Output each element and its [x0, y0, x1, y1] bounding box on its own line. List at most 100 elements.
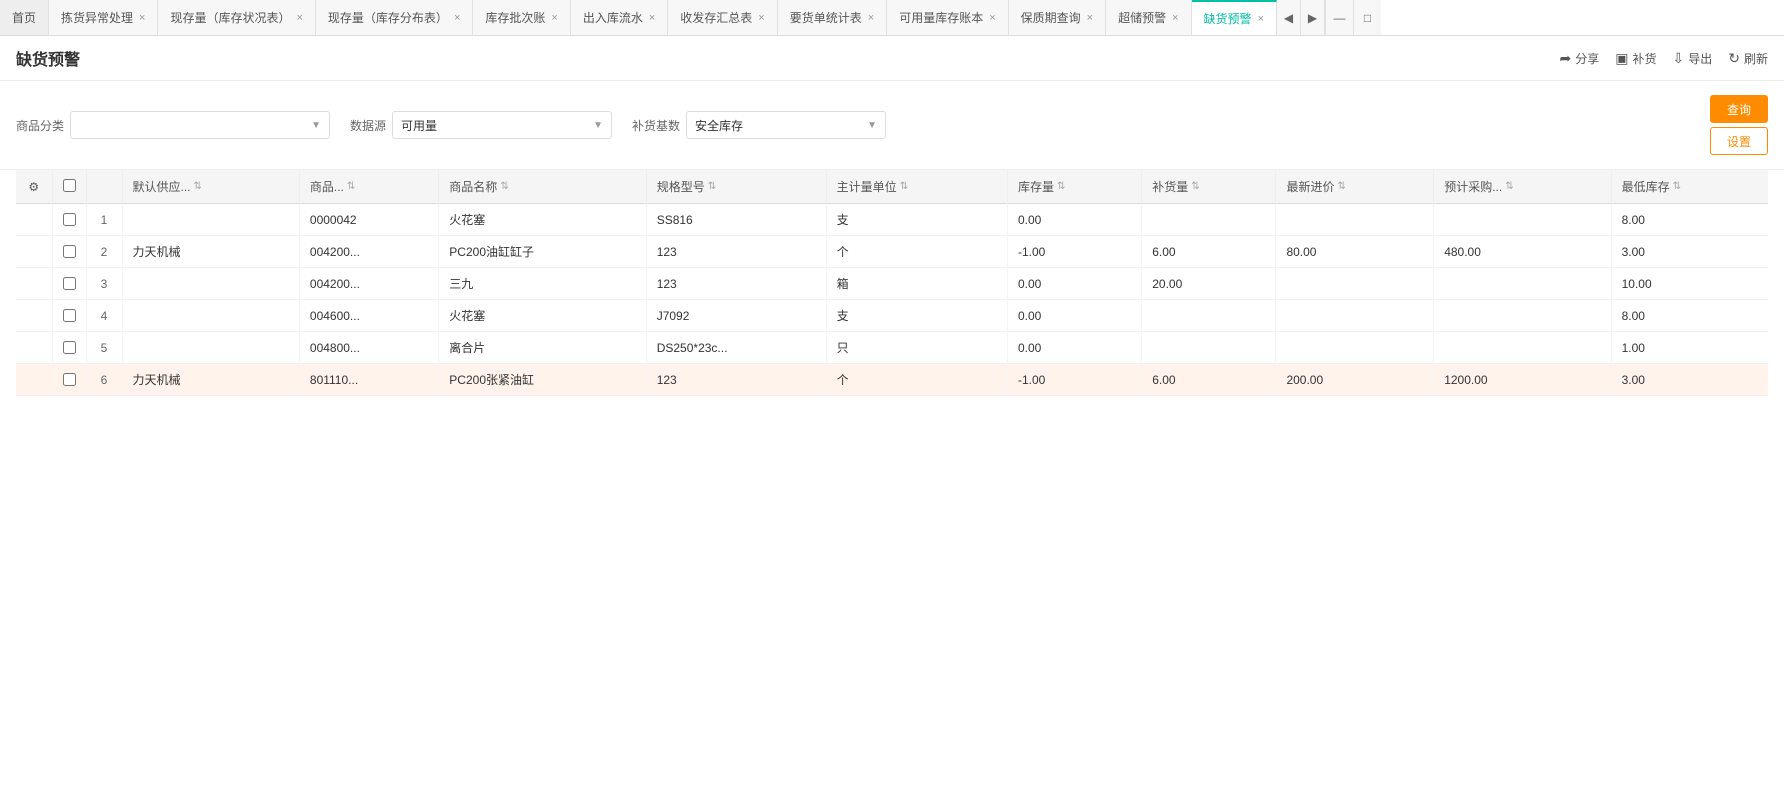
th-spec[interactable]: 规格型号 ⇅ — [646, 170, 826, 204]
filter-actions: 查询 设置 — [1710, 95, 1768, 155]
row-min-stock-0: 8.00 — [1611, 204, 1768, 236]
row-replenish-qty-3 — [1142, 300, 1276, 332]
th-stock[interactable]: 库存量 ⇅ — [1008, 170, 1142, 204]
product-name-sort-icon: ⇅ — [500, 181, 508, 192]
tab-shortage[interactable]: 缺货预警 × — [1192, 0, 1277, 36]
tab-collect-send-close[interactable]: × — [758, 12, 764, 24]
row-min-stock-3: 8.00 — [1611, 300, 1768, 332]
select-all-checkbox[interactable] — [63, 179, 76, 192]
row-settings-4 — [16, 332, 52, 364]
row-num-0: 1 — [86, 204, 122, 236]
table-row: 4 004600... 火花塞 J7092 支 0.00 8.00 — [16, 300, 1768, 332]
row-unit-3: 支 — [826, 300, 1007, 332]
tab-home[interactable]: 首页 — [0, 0, 49, 36]
row-product-name-3: 火花塞 — [439, 300, 646, 332]
tab-collect-send[interactable]: 收发存汇总表 × — [668, 0, 777, 36]
table-row: 2 力天机械 004200... PC200油缸缸子 123 个 -1.00 6… — [16, 236, 1768, 268]
th-estimated-purchase[interactable]: 预计采购... ⇅ — [1434, 170, 1611, 204]
row-estimated-purchase-4 — [1434, 332, 1611, 364]
row-stock-4: 0.00 — [1008, 332, 1142, 364]
row-checkbox-2[interactable] — [63, 277, 76, 290]
row-checkbox-1[interactable] — [63, 245, 76, 258]
row-checkbox-3[interactable] — [63, 309, 76, 322]
tab-order-stat[interactable]: 要货单统计表 × — [778, 0, 887, 36]
datasource-select[interactable]: 可用量 ▼ — [392, 111, 612, 139]
tab-available-ledger-close[interactable]: × — [989, 12, 995, 24]
row-product-code-1: 004200... — [299, 236, 438, 268]
replenish-select[interactable]: 安全库存 ▼ — [686, 111, 886, 139]
category-select[interactable]: ▼ — [70, 111, 330, 139]
row-estimated-purchase-0 — [1434, 204, 1611, 236]
row-supplier-1: 力天机械 — [122, 236, 299, 268]
tab-overstock[interactable]: 超储预警 × — [1106, 0, 1191, 36]
tab-batch-account[interactable]: 库存批次账 × — [473, 0, 570, 36]
data-table: ⚙ 默认供应... ⇅ 商品... — [16, 170, 1768, 396]
row-estimated-purchase-5: 1200.00 — [1434, 364, 1611, 396]
tab-batch-account-close[interactable]: × — [551, 12, 557, 24]
th-settings[interactable]: ⚙ — [16, 170, 52, 204]
th-unit[interactable]: 主计量单位 ⇅ — [826, 170, 1007, 204]
row-product-code-0: 0000042 — [299, 204, 438, 236]
th-product-code[interactable]: 商品... ⇅ — [299, 170, 438, 204]
row-unit-0: 支 — [826, 204, 1007, 236]
th-latest-price[interactable]: 最新进价 ⇅ — [1276, 170, 1434, 204]
tab-inout-flow[interactable]: 出入库流水 × — [571, 0, 668, 36]
th-supplier[interactable]: 默认供应... ⇅ — [122, 170, 299, 204]
replenish-action[interactable]: ▣ 补货 — [1615, 50, 1656, 67]
row-replenish-qty-0 — [1142, 204, 1276, 236]
row-product-code-3: 004600... — [299, 300, 438, 332]
table-row: 1 0000042 火花塞 SS816 支 0.00 8.00 — [16, 204, 1768, 236]
row-replenish-qty-4 — [1142, 332, 1276, 364]
row-spec-0: SS816 — [646, 204, 826, 236]
row-product-code-4: 004800... — [299, 332, 438, 364]
th-min-stock[interactable]: 最低库存 ⇅ — [1611, 170, 1768, 204]
latest-price-sort-icon: ⇅ — [1337, 181, 1345, 192]
datasource-select-arrow: ▼ — [593, 120, 603, 131]
row-checkbox-5[interactable] — [63, 373, 76, 386]
query-button[interactable]: 查询 — [1710, 95, 1768, 123]
row-checkbox-4[interactable] — [63, 341, 76, 354]
table-row: 3 004200... 三九 123 箱 0.00 20.00 10.00 — [16, 268, 1768, 300]
th-product-name[interactable]: 商品名称 ⇅ — [439, 170, 646, 204]
row-spec-1: 123 — [646, 236, 826, 268]
unit-sort-icon: ⇅ — [900, 181, 908, 192]
table-header-row: ⚙ 默认供应... ⇅ 商品... — [16, 170, 1768, 204]
tab-inventory-status-close[interactable]: × — [296, 12, 302, 24]
tab-abnormal[interactable]: 拣货异常处理 × — [49, 0, 158, 36]
th-replenish-qty[interactable]: 补货量 ⇅ — [1142, 170, 1276, 204]
tab-expiry-close[interactable]: × — [1087, 12, 1093, 24]
gear-icon[interactable]: ⚙ — [28, 180, 39, 194]
export-action[interactable]: ⇩ 导出 — [1673, 50, 1713, 67]
tab-expiry[interactable]: 保质期查询 × — [1009, 0, 1106, 36]
tab-overstock-close[interactable]: × — [1172, 12, 1178, 24]
table-body: 1 0000042 火花塞 SS816 支 0.00 8.00 2 力天机械 0… — [16, 204, 1768, 396]
tab-abnormal-close[interactable]: × — [139, 12, 145, 24]
main-content: 缺货预警 ➦ 分享 ▣ 补货 ⇩ 导出 ↻ 刷新 商品分类 — [0, 36, 1784, 796]
row-latest-price-2 — [1276, 268, 1434, 300]
row-checkbox-cell-2 — [52, 268, 86, 300]
tab-shortage-close[interactable]: × — [1258, 13, 1264, 25]
share-action[interactable]: ➦ 分享 — [1560, 50, 1600, 67]
tab-order-stat-close[interactable]: × — [868, 12, 874, 24]
tab-inout-flow-close[interactable]: × — [649, 12, 655, 24]
tab-maximize-button[interactable]: □ — [1353, 0, 1381, 36]
row-product-name-0: 火花塞 — [439, 204, 646, 236]
page-title: 缺货预警 — [16, 46, 80, 70]
tab-prev-button[interactable]: ◀ — [1277, 0, 1301, 36]
refresh-action[interactable]: ↻ 刷新 — [1728, 50, 1768, 67]
tab-next-button[interactable]: ▶ — [1301, 0, 1325, 36]
row-checkbox-0[interactable] — [63, 213, 76, 226]
tab-inventory-dist-close[interactable]: × — [454, 12, 460, 24]
settings-button[interactable]: 设置 — [1710, 127, 1768, 155]
tab-inventory-dist[interactable]: 现存量（库存分布表） × — [316, 0, 473, 36]
row-stock-1: -1.00 — [1008, 236, 1142, 268]
tab-available-ledger[interactable]: 可用量库存账本 × — [887, 0, 1008, 36]
replenish-qty-sort-icon: ⇅ — [1191, 181, 1199, 192]
row-num-5: 6 — [86, 364, 122, 396]
tab-inventory-status[interactable]: 现存量（库存状况表） × — [158, 0, 315, 36]
export-icon: ⇩ — [1673, 50, 1685, 67]
row-stock-2: 0.00 — [1008, 268, 1142, 300]
row-estimated-purchase-1: 480.00 — [1434, 236, 1611, 268]
share-icon: ➦ — [1560, 50, 1572, 67]
tab-minimize-button[interactable]: — — [1325, 0, 1353, 36]
